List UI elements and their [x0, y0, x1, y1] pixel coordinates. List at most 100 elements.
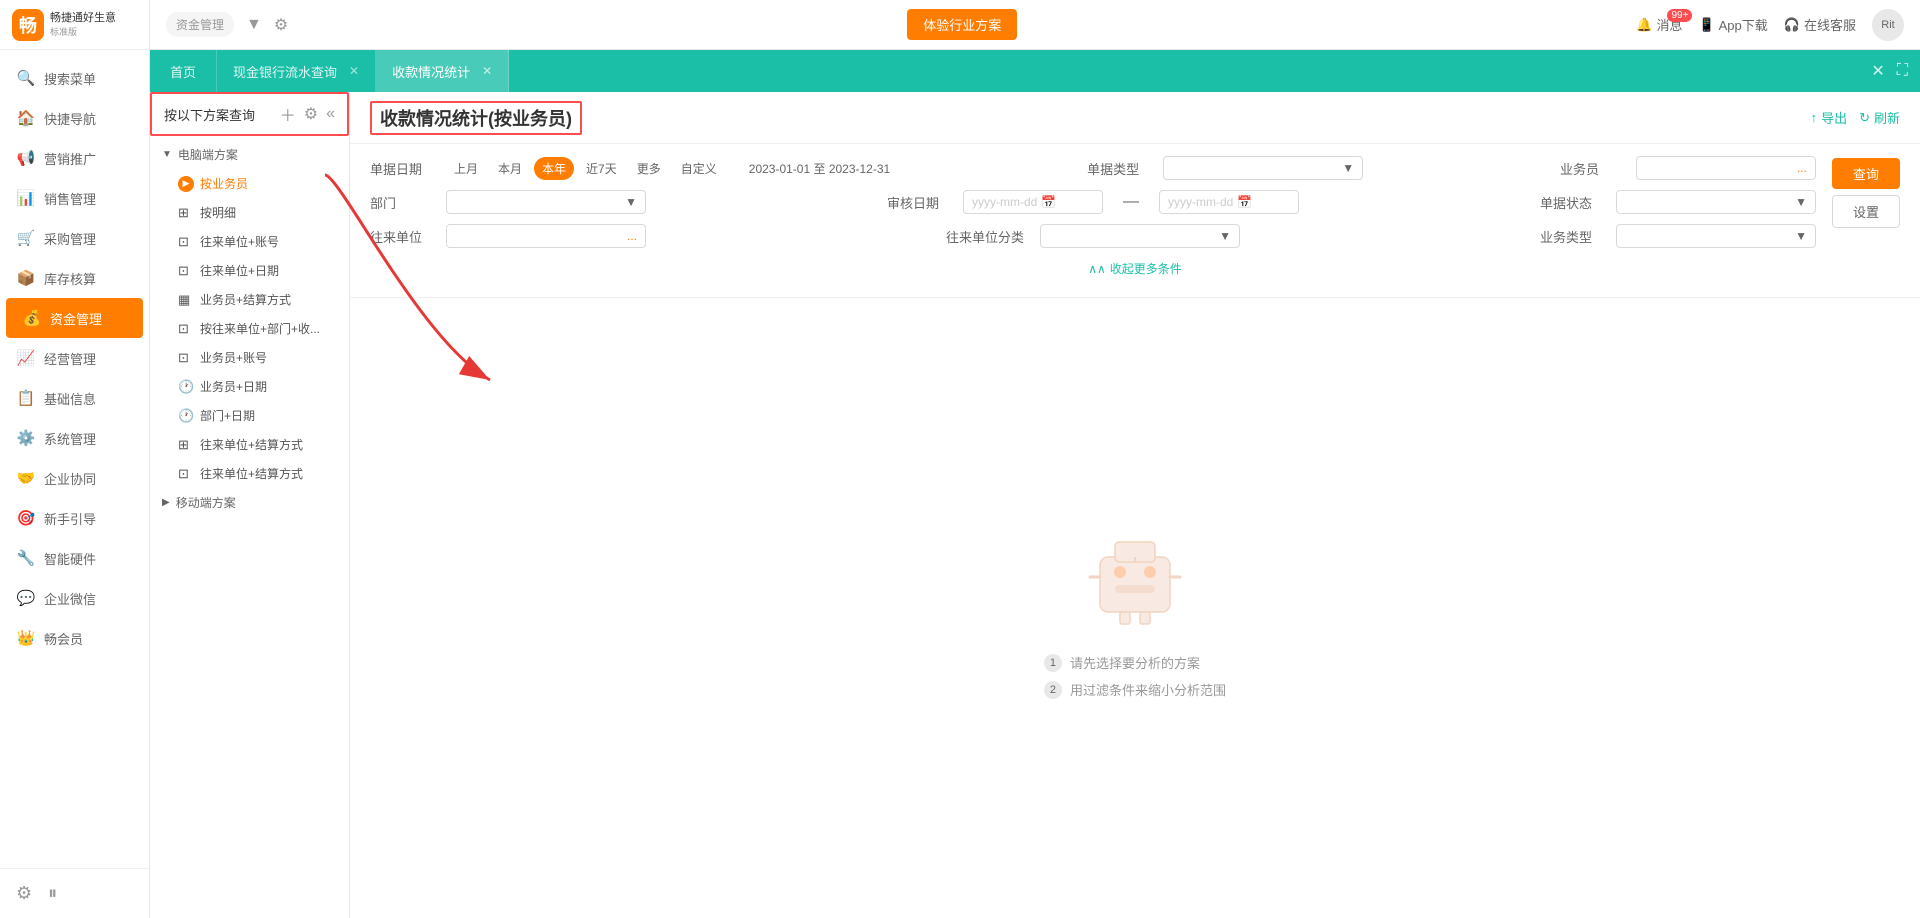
dept-select[interactable]: ▼: [446, 190, 646, 214]
tab-close-all-icon[interactable]: ✕: [1871, 61, 1884, 81]
date-tab-this-month[interactable]: 本月: [490, 157, 530, 180]
trial-button[interactable]: 体验行业方案: [907, 9, 1017, 40]
sidebar-item-fund[interactable]: 💰 资金管理: [6, 298, 143, 338]
enterprise-icon: 🤝: [16, 468, 36, 488]
sidebar-item-operation[interactable]: 📈 经营管理: [0, 338, 149, 378]
export-icon: ↑: [1811, 110, 1818, 125]
schema-item-salesman-settle[interactable]: ▦ 业务员+结算方式: [150, 285, 349, 314]
logo-badge: 标准版: [50, 25, 116, 38]
clock-icon2: 🕐: [178, 408, 194, 424]
counterpart-input[interactable]: ...: [446, 224, 646, 248]
sidebar-item-wechat[interactable]: 💬 企业微信: [0, 578, 149, 618]
review-date-start[interactable]: yyyy-mm-dd 📅: [963, 190, 1103, 214]
sidebar-item-member[interactable]: 👑 畅会员: [0, 618, 149, 658]
voucher-status-label: 单据状态: [1540, 193, 1600, 212]
date-tab-custom[interactable]: 自定义: [673, 157, 725, 180]
review-date-label: 审核日期: [887, 193, 947, 212]
collapse-bar[interactable]: ∧∧ 收起更多条件: [370, 252, 1900, 285]
date-tabs: 上月 本月 本年 近7天 更多 自定义: [446, 157, 725, 180]
collapse-panel-icon[interactable]: «: [326, 105, 335, 123]
dropdown-icon[interactable]: ▼: [246, 16, 262, 34]
sidebar-item-basic[interactable]: 📋 基础信息: [0, 378, 149, 418]
empty-area: 1 请先选择要分析的方案 2 用过滤条件来缩小分析范围: [350, 298, 1920, 918]
tab-receipt[interactable]: 收款情况统计 ✕: [376, 50, 509, 92]
tab-bank[interactable]: 现金银行流水查询 ✕: [217, 50, 376, 92]
online-service[interactable]: 🎧 在线客服: [1784, 15, 1856, 34]
tab-bank-close[interactable]: ✕: [349, 64, 359, 78]
table-icon3: ⊡: [178, 321, 194, 337]
salesman-more-btn[interactable]: ...: [1797, 161, 1807, 175]
business-type-select[interactable]: ▼: [1616, 224, 1816, 248]
sidebar-item-guide[interactable]: 🎯 新手引导: [0, 498, 149, 538]
sidebar-item-inventory[interactable]: 📦 库存核算: [0, 258, 149, 298]
salesman-input[interactable]: ...: [1636, 156, 1816, 180]
sidebar-item-enterprise[interactable]: 🤝 企业协同: [0, 458, 149, 498]
export-button[interactable]: ↑ 导出: [1811, 108, 1848, 127]
sidebar: 畅 畅捷通好生意 标准版 🔍 搜索菜单 🏠 快捷导航 📢 营销推广 📊 销售管理…: [0, 0, 150, 918]
tab-maximize-icon[interactable]: ⛶: [1897, 62, 1908, 80]
panel-title: 按以下方案查询: [164, 105, 272, 124]
schema-item-salesman-account[interactable]: ⊡ 业务员+账号: [150, 343, 349, 372]
schema-item-unit-settle2[interactable]: ⊡ 往来单位+结算方式: [150, 459, 349, 488]
date-tab-this-year[interactable]: 本年: [534, 157, 574, 180]
notification[interactable]: 🔔 消息 99+: [1636, 15, 1682, 34]
sidebar-item-marketing[interactable]: 📢 营销推广: [0, 138, 149, 178]
pc-section-header[interactable]: ▼ 电脑端方案: [150, 140, 349, 169]
table-icon2: ⊡: [178, 263, 194, 279]
query-button[interactable]: 查询: [1832, 158, 1900, 189]
pc-section-arrow: ▼: [162, 149, 172, 160]
content: 按以下方案查询 ＋ ⚙ « ▼ 电脑端方案 ▶ 按业务员 ⊞: [150, 92, 1920, 918]
add-schema-icon[interactable]: ＋: [280, 102, 296, 126]
page-title: 收款情况统计(按业务员): [370, 101, 582, 135]
empty-tips: 1 请先选择要分析的方案 2 用过滤条件来缩小分析范围: [1044, 653, 1226, 699]
sidebar-item-shortcut[interactable]: 🏠 快捷导航: [0, 98, 149, 138]
counterpart-more-btn[interactable]: ...: [627, 229, 637, 243]
sidebar-item-hardware[interactable]: 🔧 智能硬件: [0, 538, 149, 578]
tab-bar-end: ✕ ⛶: [1859, 50, 1920, 92]
marketing-icon: 📢: [16, 148, 36, 168]
schema-item-unit-account[interactable]: ⊡ 往来单位+账号: [150, 227, 349, 256]
schema-item-dept-date[interactable]: 🕐 部门+日期: [150, 401, 349, 430]
app-download[interactable]: 📱 App下载: [1698, 15, 1767, 34]
tab-receipt-close[interactable]: ✕: [482, 64, 492, 78]
mobile-section-header[interactable]: ▶ 移动端方案: [150, 488, 349, 517]
counterpart-category-select[interactable]: ▼: [1040, 224, 1240, 248]
sidebar-item-system[interactable]: ⚙️ 系统管理: [0, 418, 149, 458]
sidebar-item-search[interactable]: 🔍 搜索菜单: [0, 58, 149, 98]
wechat-icon: 💬: [16, 588, 36, 608]
collapse-footer-icon[interactable]: ⏸: [48, 883, 57, 904]
tab-bar: 首页 现金银行流水查询 ✕ 收款情况统计 ✕ ✕ ⛶: [150, 50, 1920, 92]
review-date-end[interactable]: yyyy-mm-dd 📅: [1159, 190, 1299, 214]
schema-item-unit-date[interactable]: ⊡ 往来单位+日期: [150, 256, 349, 285]
settings-icon[interactable]: ⚙: [274, 15, 288, 35]
user-avatar[interactable]: Rit: [1872, 9, 1904, 41]
right-content: 收款情况统计(按业务员) ↑ 导出 ↻ 刷新: [350, 92, 1920, 918]
date-tab-more[interactable]: 更多: [629, 157, 669, 180]
sidebar-item-sales[interactable]: 📊 销售管理: [0, 178, 149, 218]
schema-item-unit-dept[interactable]: ⊡ 按往来单位+部门+收...: [150, 314, 349, 343]
notification-icon: 🔔: [1636, 17, 1652, 33]
tab-home[interactable]: 首页: [150, 50, 217, 92]
left-panel: 按以下方案查询 ＋ ⚙ « ▼ 电脑端方案 ▶ 按业务员 ⊞: [150, 92, 350, 918]
date-tab-7days[interactable]: 近7天: [578, 157, 625, 180]
table-icon5: ⊡: [178, 466, 194, 482]
date-tab-last-month[interactable]: 上月: [446, 157, 486, 180]
logo: 畅 畅捷通好生意 标准版: [0, 0, 149, 50]
filter-section: 单据日期 上月 本月 本年 近7天 更多 自定义 2023-01-01 至 20…: [370, 156, 1900, 248]
voucher-type-select[interactable]: ▼: [1163, 156, 1363, 180]
page-actions: ↑ 导出 ↻ 刷新: [1811, 108, 1900, 127]
service-icon: 🎧: [1784, 17, 1800, 33]
settings-footer-icon[interactable]: ⚙: [16, 883, 32, 904]
schema-item-salesman[interactable]: ▶ 按业务员: [150, 169, 349, 198]
settings-schema-icon[interactable]: ⚙: [304, 104, 318, 124]
setting-button[interactable]: 设置: [1832, 195, 1900, 228]
collapse-icon: ∧∧: [1088, 262, 1106, 276]
active-dot: ▶: [178, 176, 194, 192]
sidebar-item-purchase[interactable]: 🛒 采购管理: [0, 218, 149, 258]
voucher-status-select[interactable]: ▼: [1616, 190, 1816, 214]
schema-item-salesman-date[interactable]: 🕐 业务员+日期: [150, 372, 349, 401]
schema-item-detail[interactable]: ⊞ 按明细: [150, 198, 349, 227]
schema-item-unit-settle1[interactable]: ⊞ 往来单位+结算方式: [150, 430, 349, 459]
refresh-button[interactable]: ↻ 刷新: [1859, 108, 1900, 127]
search-icon: 🔍: [16, 68, 36, 88]
